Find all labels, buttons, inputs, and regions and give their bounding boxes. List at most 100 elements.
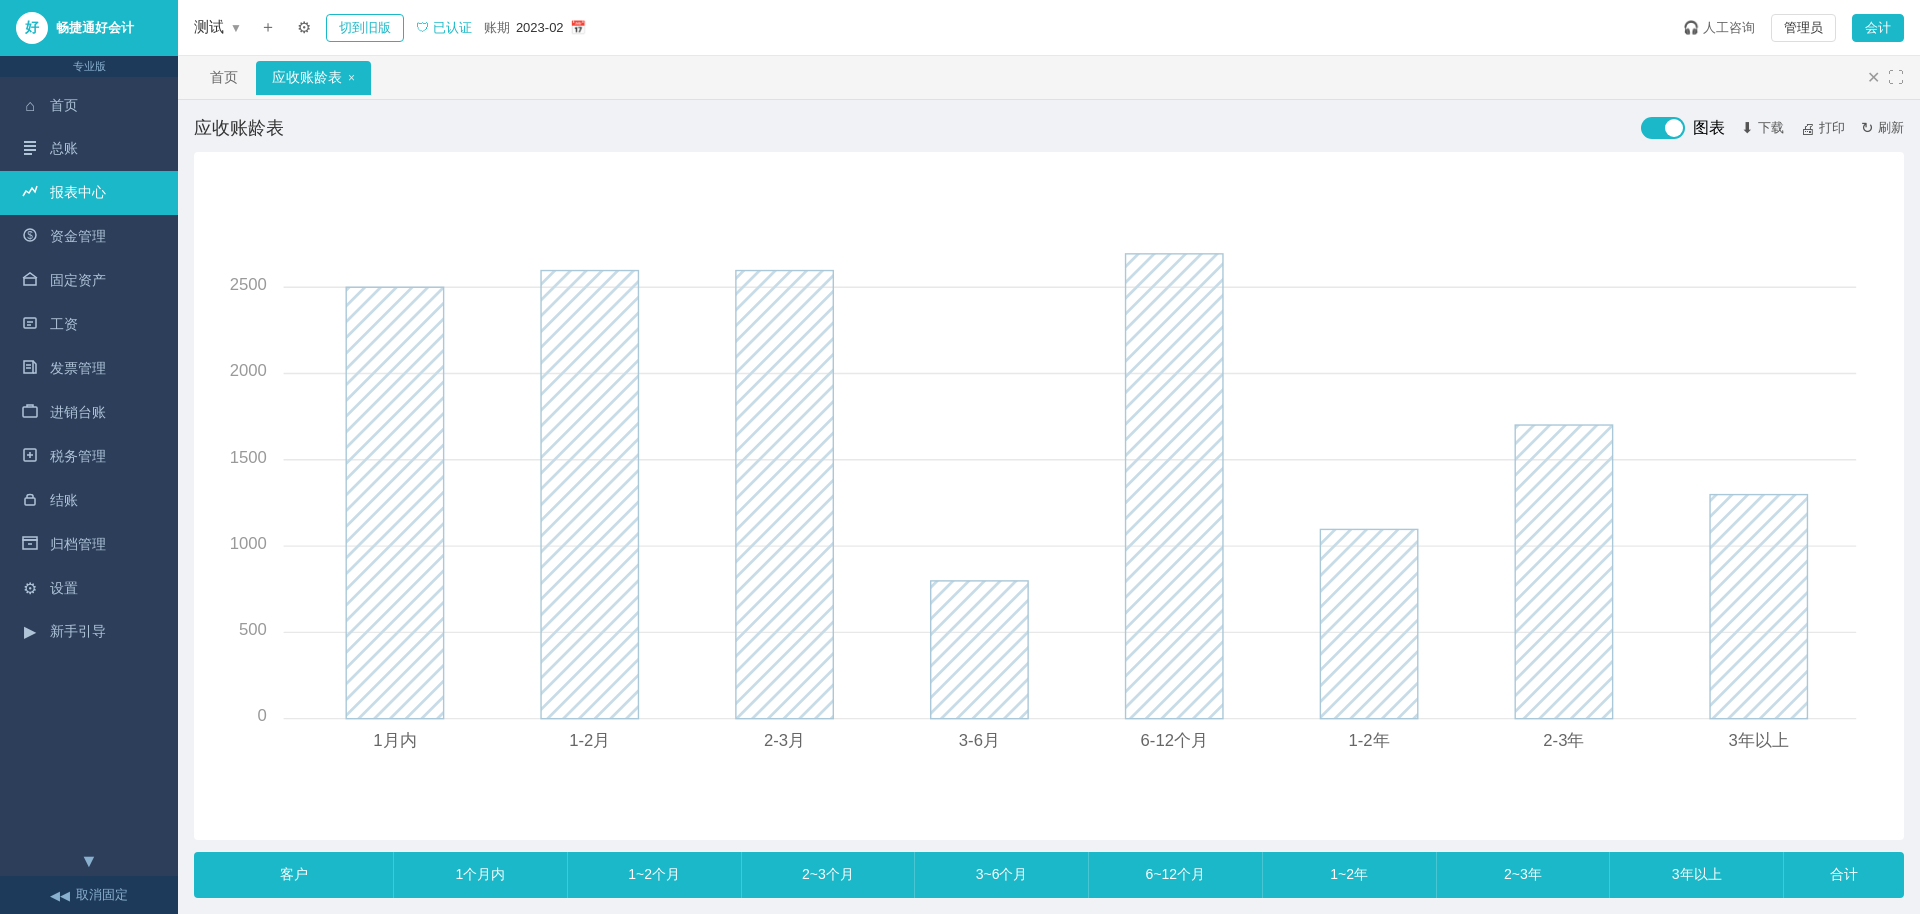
svg-rect-10 xyxy=(24,361,33,373)
sidebar: 好 畅捷通好会计 专业版 ⌂ 首页 总账 报表中心 $ 资金 xyxy=(0,0,178,914)
sidebar-item-label: 税务管理 xyxy=(50,448,106,466)
svg-text:3-6月: 3-6月 xyxy=(959,732,1000,751)
settings-icon: ⚙ xyxy=(20,579,40,598)
sidebar-item-settings[interactable]: ⚙ 设置 xyxy=(0,567,178,610)
logo-area: 好 畅捷通好会计 xyxy=(0,0,178,56)
assets-icon xyxy=(20,271,40,291)
svg-text:1500: 1500 xyxy=(230,448,267,467)
closing-icon xyxy=(20,491,40,511)
sidebar-item-label: 工资 xyxy=(50,316,78,334)
project-name: 测试 xyxy=(194,18,224,37)
sidebar-item-closing[interactable]: 结账 xyxy=(0,479,178,523)
sidebar-item-label: 报表中心 xyxy=(50,184,106,202)
svg-text:0: 0 xyxy=(258,706,267,725)
tab-close-button[interactable]: ✕ xyxy=(1867,68,1880,87)
tab-close-icon[interactable]: × xyxy=(348,71,355,85)
svg-text:6-12个月: 6-12个月 xyxy=(1141,732,1208,751)
sidebar-item-funds[interactable]: $ 资金管理 xyxy=(0,215,178,259)
svg-rect-3 xyxy=(24,153,32,155)
svg-text:$: $ xyxy=(27,230,33,241)
tab-expand-button[interactable]: ⛶ xyxy=(1888,68,1904,87)
sidebar-item-payroll[interactable]: 工资 xyxy=(0,303,178,347)
sidebar-item-label: 结账 xyxy=(50,492,78,510)
edition-badge: 专业版 xyxy=(0,56,178,77)
page-actions: 图表 ⬇ 下载 🖨 打印 ↻ 刷新 xyxy=(1641,117,1904,139)
download-button[interactable]: ⬇ 下载 xyxy=(1741,119,1784,137)
svg-rect-13 xyxy=(23,407,37,417)
tabs-right-actions: ✕ ⛶ xyxy=(1867,68,1904,87)
th-1month: 1个月内 xyxy=(394,852,568,898)
svg-rect-48 xyxy=(1710,495,1807,719)
sidebar-item-label: 进销台账 xyxy=(50,404,106,422)
svg-rect-2 xyxy=(24,149,36,151)
chart-container: 0 500 1000 1500 2000 2500 xyxy=(194,152,1904,840)
sidebar-item-guide[interactable]: ▶ 新手引导 xyxy=(0,610,178,653)
download-icon: ⬇ xyxy=(1741,119,1754,137)
settings-button[interactable]: ⚙ xyxy=(290,14,318,42)
svg-text:2000: 2000 xyxy=(230,361,267,380)
svg-text:3年以上: 3年以上 xyxy=(1729,732,1789,751)
svg-text:1-2月: 1-2月 xyxy=(569,732,610,751)
svg-text:500: 500 xyxy=(239,620,267,639)
sidebar-scroll-down[interactable]: ▼ xyxy=(0,847,178,876)
sidebar-item-label: 新手引导 xyxy=(50,623,106,641)
switch-version-button[interactable]: 切到旧版 xyxy=(326,14,404,42)
funds-icon: $ xyxy=(20,227,40,247)
archive-icon xyxy=(20,535,40,555)
svg-rect-0 xyxy=(24,141,36,143)
logo-text: 畅捷通好会计 xyxy=(56,19,134,37)
sidebar-nav: ⌂ 首页 总账 报表中心 $ 资金管理 固定资产 xyxy=(0,77,178,847)
add-button[interactable]: ＋ xyxy=(254,14,282,42)
tab-accounts-aging[interactable]: 应收账龄表 × xyxy=(256,61,371,95)
svg-rect-42 xyxy=(1126,254,1223,719)
calendar-icon[interactable]: 📅 xyxy=(570,20,586,35)
svg-text:1-2年: 1-2年 xyxy=(1349,732,1390,751)
shield-icon: 🛡 xyxy=(416,20,429,35)
payroll-icon xyxy=(20,315,40,335)
manager-button[interactable]: 管理员 xyxy=(1771,14,1836,42)
project-selector[interactable]: 测试 ▼ xyxy=(194,18,242,37)
print-button[interactable]: 🖨 打印 xyxy=(1800,119,1845,137)
chart-toggle[interactable] xyxy=(1641,117,1685,139)
headset-icon: 🎧 xyxy=(1683,20,1699,35)
sidebar-item-tax[interactable]: 税务管理 xyxy=(0,435,178,479)
svg-rect-34 xyxy=(346,287,443,718)
th-2-3year: 2~3年 xyxy=(1437,852,1611,898)
th-3-6month: 3~6个月 xyxy=(915,852,1089,898)
cancel-pin-button[interactable]: ◀◀ 取消固定 xyxy=(0,876,178,914)
invoices-icon xyxy=(20,359,40,379)
sidebar-item-home[interactable]: ⌂ 首页 xyxy=(0,85,178,127)
sidebar-item-assets[interactable]: 固定资产 xyxy=(0,259,178,303)
service-button[interactable]: 🎧 人工咨询 xyxy=(1683,19,1755,37)
sidebar-item-ledger[interactable]: 总账 xyxy=(0,127,178,171)
topbar-right: 🎧 人工咨询 管理员 会计 xyxy=(1683,14,1904,42)
th-1-2year: 1~2年 xyxy=(1263,852,1437,898)
tabs-bar: 首页 应收账龄表 × ✕ ⛶ xyxy=(178,56,1920,100)
sidebar-item-label: 首页 xyxy=(50,97,78,115)
sidebar-item-invoices[interactable]: 发票管理 xyxy=(0,347,178,391)
th-3plus-year: 3年以上 xyxy=(1610,852,1784,898)
tax-icon xyxy=(20,447,40,467)
sidebar-item-purchase-sales[interactable]: 进销台账 xyxy=(0,391,178,435)
purchase-sales-icon xyxy=(20,403,40,423)
svg-rect-7 xyxy=(24,318,36,328)
sidebar-item-archive[interactable]: 归档管理 xyxy=(0,523,178,567)
refresh-button[interactable]: ↻ 刷新 xyxy=(1861,119,1904,137)
svg-rect-44 xyxy=(1320,529,1417,718)
bar-chart: 0 500 1000 1500 2000 2500 xyxy=(214,172,1884,820)
svg-rect-38 xyxy=(736,271,833,719)
project-chevron-icon: ▼ xyxy=(230,21,242,35)
th-customer: 客户 xyxy=(194,852,394,898)
svg-text:1月内: 1月内 xyxy=(373,732,416,751)
data-table: 客户 1个月内 1~2个月 2~3个月 3~6个月 6~12个月 1~2年 2~… xyxy=(194,852,1904,898)
sidebar-item-label: 发票管理 xyxy=(50,360,106,378)
table-header: 客户 1个月内 1~2个月 2~3个月 3~6个月 6~12个月 1~2年 2~… xyxy=(194,852,1904,898)
chart-toggle-label: 图表 xyxy=(1693,118,1725,139)
page-header: 应收账龄表 图表 ⬇ 下载 🖨 打印 ↻ 刷新 xyxy=(194,116,1904,140)
tab-home[interactable]: 首页 xyxy=(194,61,254,95)
sidebar-item-reports[interactable]: 报表中心 xyxy=(0,171,178,215)
th-2-3month: 2~3个月 xyxy=(742,852,916,898)
svg-text:1000: 1000 xyxy=(230,534,267,553)
th-1-2month: 1~2个月 xyxy=(568,852,742,898)
accountant-button[interactable]: 会计 xyxy=(1852,14,1904,42)
